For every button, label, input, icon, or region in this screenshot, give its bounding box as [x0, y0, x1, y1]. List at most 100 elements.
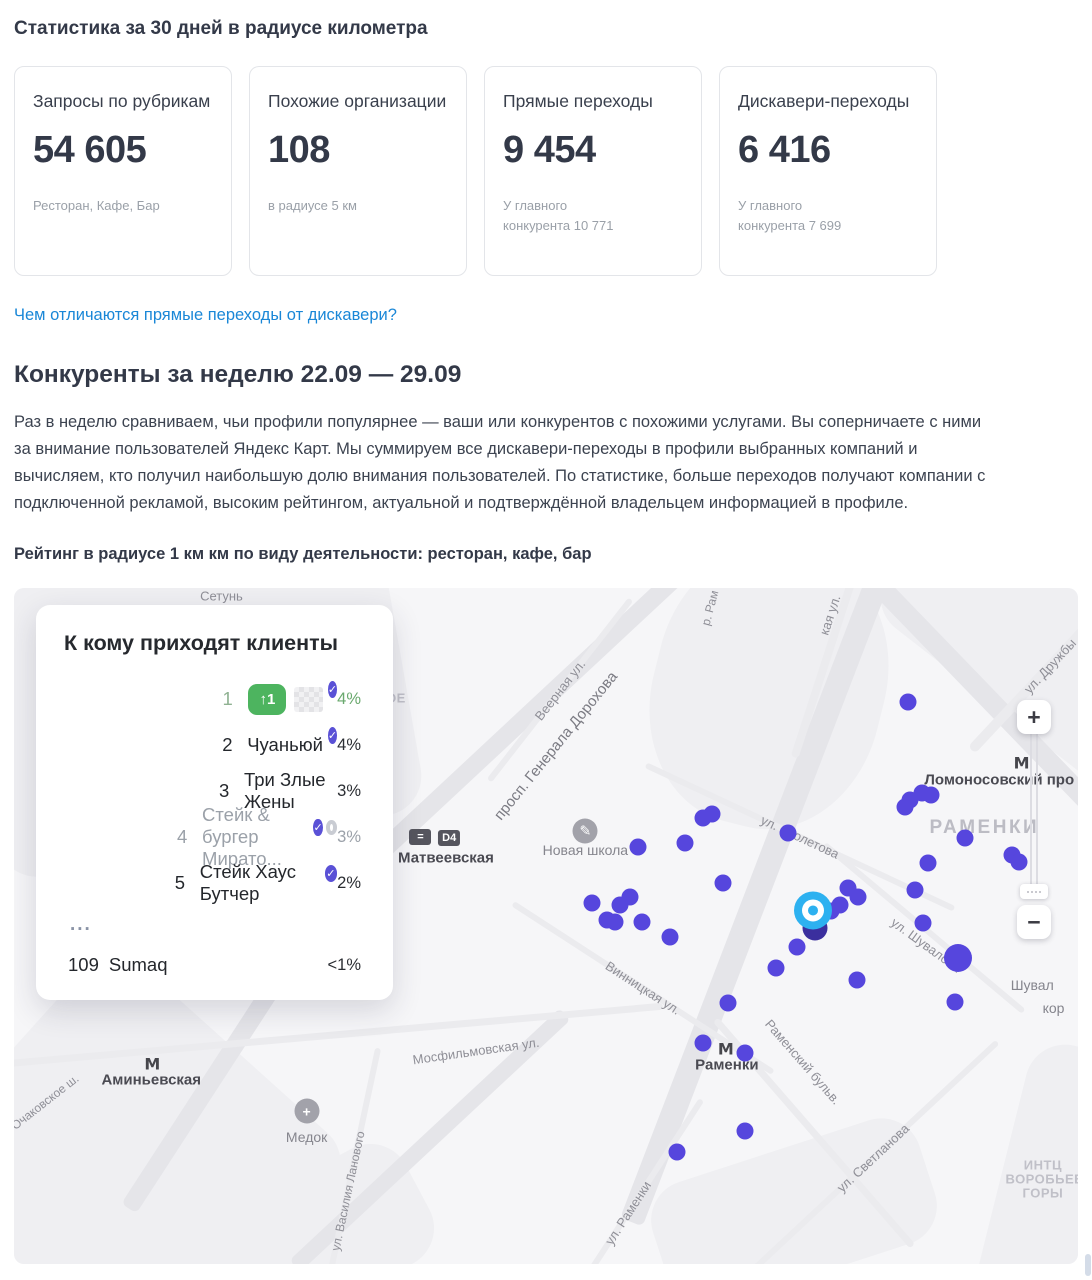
stat-card-category-queries: Запросы по рубрикам 54 605 Ресторан, Каф…	[14, 66, 232, 276]
share-percent: 2%	[337, 873, 361, 892]
stats-section-title: Статистика за 30 дней в радиусе километр…	[14, 18, 428, 39]
ranking-row-own: 109 Sumaq <1%	[62, 954, 367, 976]
censored-company-name	[294, 686, 323, 712]
zoom-in-button[interactable]: +	[1017, 700, 1051, 735]
competitor-marker[interactable]	[736, 1044, 754, 1062]
stat-card-similar-orgs: Похожие организации 108 в радиусе 5 км	[249, 66, 467, 276]
competitor-marker[interactable]	[788, 938, 806, 956]
stat-card-value: 9 454	[503, 129, 596, 172]
stat-card-discovery-transitions: Дискавери-переходы 6 416 У главного конк…	[719, 66, 937, 276]
metro-icon: М	[1013, 753, 1030, 773]
competitor-marker[interactable]	[719, 994, 737, 1012]
diameter-line-icon: =	[409, 828, 432, 845]
map-label: Аминьевская	[101, 1071, 202, 1089]
stat-card-caption: в радиусе 5 км	[268, 198, 357, 214]
stat-card-caption: У главного конкурента 7 699	[738, 198, 842, 233]
verified-badge-icon: ✓	[313, 818, 323, 836]
verified-badge-icon: ✓	[324, 864, 338, 882]
stat-card-title: Запросы по рубрикам	[33, 91, 211, 111]
competitor-marker[interactable]	[1010, 853, 1028, 871]
pin-core	[808, 905, 819, 916]
map-label: Ломоносовский про	[924, 771, 1075, 789]
competitor-marker[interactable]	[767, 959, 785, 977]
competitor-marker[interactable]	[583, 894, 601, 912]
stat-cards-row: Запросы по рубрикам 54 605 Ресторан, Каф…	[14, 66, 1078, 276]
competitor-marker[interactable]	[661, 928, 679, 946]
stat-card-title: Прямые переходы	[503, 91, 653, 111]
competitor-marker[interactable]	[849, 888, 867, 906]
competitors-section-title: Конкуренты за неделю 22.09 — 29.09	[14, 361, 462, 388]
stat-card-caption: У главного конкурента 10 771	[503, 198, 614, 233]
ranking-panel-title: К кому приходят клиенты	[64, 631, 339, 656]
map-label: ИНТЦ	[1023, 1157, 1062, 1173]
competitor-marker[interactable]	[914, 914, 932, 932]
stat-card-caption: Ресторан, Кафе, Бар	[33, 198, 160, 214]
share-percent: 4%	[337, 735, 361, 754]
competitor-marker[interactable]	[676, 834, 694, 852]
dashboard-page: Статистика за 30 дней в радиусе километр…	[0, 0, 1092, 1280]
rank: 5	[174, 872, 186, 894]
company-name: Чуаньюй	[247, 734, 323, 756]
competitor-marker[interactable]	[848, 971, 866, 989]
school-icon: ✎	[572, 818, 598, 844]
share-percent: 3%	[337, 827, 361, 846]
competitor-marker[interactable]	[694, 1034, 712, 1052]
map[interactable]: + − К кому приходят клиенты 1 ↑1 ✓ 4% 2 Чуань…	[14, 588, 1078, 1265]
rank: 3	[218, 780, 230, 802]
competitor-marker[interactable]	[906, 881, 924, 899]
competitors-description: Раз в неделю сравниваем, чьи профили поп…	[14, 413, 986, 513]
stat-card-value: 108	[268, 129, 330, 172]
competitor-marker[interactable]	[606, 913, 624, 931]
map-label: ГОРЫ	[1022, 1185, 1064, 1201]
stat-card-direct-transitions: Прямые переходы 9 454 У главного конкуре…	[484, 66, 702, 276]
competitor-marker[interactable]	[668, 1143, 686, 1161]
competitor-marker-large[interactable]	[943, 943, 972, 972]
rank: 4	[177, 826, 188, 848]
competitor-marker[interactable]	[779, 824, 797, 842]
competitor-marker[interactable]	[714, 874, 732, 892]
competitor-marker[interactable]	[611, 896, 629, 914]
share-percent: <1%	[327, 955, 361, 974]
page-scrollbar-thumb[interactable]	[1085, 1254, 1091, 1276]
competitor-marker[interactable]	[896, 798, 914, 816]
rank: 2	[222, 734, 233, 756]
rating-scope-label: Рейтинг в радиусе 1 км км по виду деятел…	[14, 545, 592, 564]
metro-icon: М	[144, 1054, 161, 1074]
medical-icon: +	[294, 1098, 320, 1124]
competitor-marker[interactable]	[736, 1122, 754, 1140]
ranking-row: 2 Чуаньюй ✓ 4%	[54, 722, 375, 768]
map-label: РАМЕНКИ	[929, 817, 1040, 839]
competitor-marker[interactable]	[919, 854, 937, 872]
ranking-row: 1 ↑1 ✓ 4%	[54, 676, 375, 722]
competitor-marker[interactable]	[899, 693, 917, 711]
road-badge-d4: D4	[438, 830, 461, 847]
map-label: Матвеевская	[398, 849, 494, 867]
stat-card-value: 6 416	[738, 129, 831, 172]
zoom-out-button[interactable]: −	[1017, 905, 1051, 940]
zoom-slider-handle[interactable]	[1020, 884, 1048, 900]
competitor-marker[interactable]	[694, 809, 712, 827]
map-label: Медок	[285, 1129, 328, 1146]
competitor-marker[interactable]	[629, 838, 646, 856]
competitor-marker[interactable]	[956, 829, 974, 847]
transitions-faq-link[interactable]: Чем отличаются прямые переходы от дискав…	[14, 306, 397, 325]
metro-icon: М	[717, 1039, 734, 1059]
share-percent: 3%	[337, 781, 361, 800]
rank: 1	[222, 688, 233, 710]
competitor-marker[interactable]	[946, 993, 964, 1011]
map-label: кор	[1042, 999, 1065, 1016]
company-name: Стейк Хаус Бутчер	[199, 861, 296, 905]
verified-badge-icon: ✓	[327, 726, 338, 744]
map-label: Новая школа	[542, 842, 629, 859]
competitor-marker[interactable]	[922, 786, 940, 804]
stat-card-title: Дискавери-переходы	[738, 91, 910, 111]
stat-card-value: 54 605	[33, 129, 147, 172]
clients-ranking-panel: К кому приходят клиенты 1 ↑1 ✓ 4% 2 Чуаньюй ✓ 4…	[36, 605, 393, 1001]
verified-badge-icon: ✓	[327, 680, 338, 698]
map-area-patch	[958, 1036, 1078, 1265]
map-label: Сетунь	[200, 588, 243, 604]
ranking-ellipsis: ...	[70, 914, 92, 936]
selected-location-pin[interactable]	[794, 891, 833, 935]
zoom-slider-track[interactable]	[1030, 734, 1038, 887]
competitor-marker[interactable]	[633, 913, 651, 931]
